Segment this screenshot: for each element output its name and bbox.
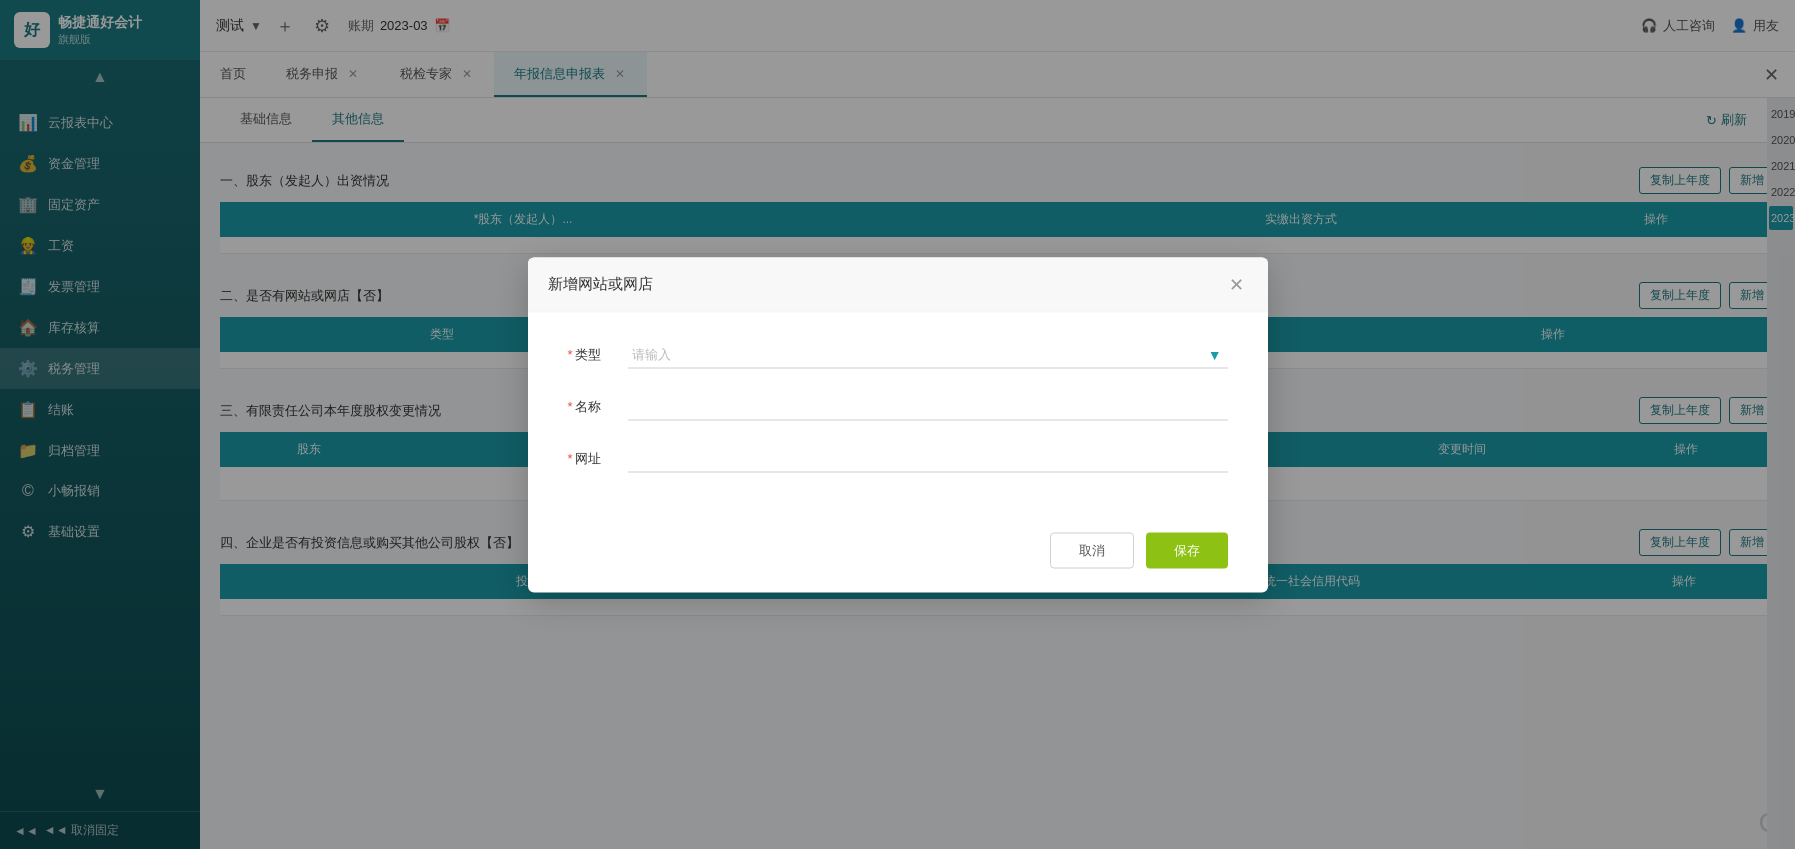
required-mark: * (568, 450, 573, 465)
type-input-wrap: ▼ (628, 340, 1228, 368)
form-field-name: *名称 (568, 392, 1228, 420)
dialog-footer: 取消 保存 (528, 516, 1268, 592)
url-input[interactable] (628, 444, 1228, 472)
dialog-close-button[interactable]: ✕ (1225, 273, 1248, 295)
save-button[interactable]: 保存 (1146, 532, 1228, 568)
cancel-button[interactable]: 取消 (1050, 532, 1134, 568)
add-website-dialog: 新增网站或网店 ✕ *类型 ▼ *名称 *网址 (528, 257, 1268, 592)
name-input-wrap (628, 392, 1228, 420)
name-label: *名称 (568, 397, 628, 415)
dialog-body: *类型 ▼ *名称 *网址 (528, 312, 1268, 516)
form-field-type: *类型 ▼ (568, 340, 1228, 368)
required-mark: * (568, 346, 573, 361)
url-input-wrap (628, 444, 1228, 472)
type-input[interactable] (628, 340, 1228, 368)
name-input[interactable] (628, 392, 1228, 420)
type-label: *类型 (568, 345, 628, 363)
required-mark: * (568, 398, 573, 413)
dialog-header: 新增网站或网店 ✕ (528, 257, 1268, 312)
url-label: *网址 (568, 449, 628, 467)
dialog-title: 新增网站或网店 (548, 275, 653, 294)
form-field-url: *网址 (568, 444, 1228, 472)
